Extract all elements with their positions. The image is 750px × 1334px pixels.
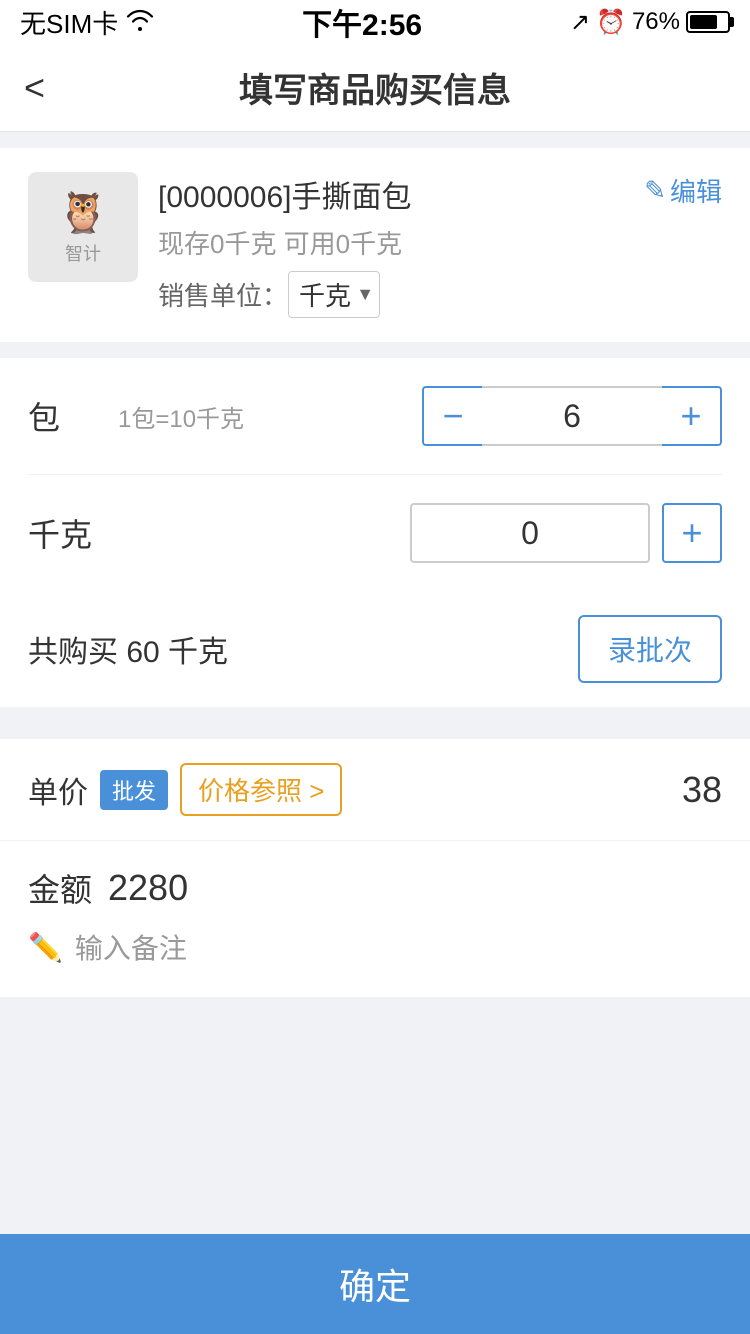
summary-section: 共购买 60 千克 录批次 <box>0 591 750 707</box>
nav-bar: < 填写商品购买信息 <box>0 44 750 132</box>
unit-value[interactable]: 千克 <box>288 271 380 318</box>
remark-icon: ✏️ <box>28 931 63 964</box>
quantity-row-kg: 千克 + <box>28 475 722 591</box>
location-icon: ↗ <box>570 8 590 37</box>
status-left: 无SIM卡 <box>20 4 154 41</box>
divider-2 <box>0 707 750 723</box>
amount-section: 金额 2280 ✏️ 输入备注 <box>0 840 750 997</box>
status-time: 下午2:56 <box>302 0 422 44</box>
product-card: 🦉 智计 [0000006]手撕面包 ✎ 编辑 现存0千克 可用0千克 销售单位… <box>0 148 750 342</box>
empty-space <box>0 997 750 1257</box>
price-value: 38 <box>682 769 722 811</box>
edit-icon: ✎ <box>644 175 666 206</box>
qty-input-kg[interactable] <box>410 503 650 563</box>
status-bar: 无SIM卡 下午2:56 ↗ ⏰ 76% <box>0 0 750 44</box>
summary-text: 共购买 60 千克 <box>28 627 228 671</box>
unit-label: 销售单位： <box>158 276 288 313</box>
battery-percent: 76% <box>632 8 680 36</box>
status-right: ↗ ⏰ 76% <box>570 8 730 37</box>
quantity-row-bao: 包 1包=10千克 − + <box>28 358 722 475</box>
page-title: 填写商品购买信息 <box>239 63 511 112</box>
qty-controls-kg: + <box>410 503 722 563</box>
qty-decrement-bao[interactable]: − <box>422 386 482 446</box>
price-row: 单价 批发 价格参照 > 38 <box>28 763 722 816</box>
qty-input-bao[interactable] <box>482 386 662 446</box>
product-logo-text: 智计 <box>65 240 101 266</box>
product-stock: 现存0千克 可用0千克 <box>158 224 722 261</box>
divider-1 <box>0 342 750 358</box>
amount-row: 金额 2280 <box>28 865 722 911</box>
qty-increment-bao[interactable]: + <box>662 386 722 446</box>
back-button[interactable]: < <box>24 67 45 109</box>
alarm-icon: ⏰ <box>596 8 626 37</box>
remark-placeholder[interactable]: 输入备注 <box>75 927 187 967</box>
product-thumbnail: 🦉 智计 <box>28 172 138 282</box>
carrier-text: 无SIM卡 <box>20 4 118 41</box>
product-unit-row: 销售单位： 千克 ▼ <box>158 271 722 318</box>
amount-label: 金额 <box>28 865 92 911</box>
price-ref-button[interactable]: 价格参照 > <box>180 763 342 816</box>
battery-icon <box>686 11 730 33</box>
unit-selector[interactable]: 千克 ▼ <box>288 271 380 318</box>
qty-label-kg: 千克 <box>28 510 108 556</box>
qty-increment-kg[interactable]: + <box>662 503 722 563</box>
qty-controls-bao: − + <box>422 386 722 446</box>
qty-hint-bao: 1包=10千克 <box>118 399 422 434</box>
confirm-button[interactable]: 确定 <box>0 1234 750 1334</box>
price-label: 单价 <box>28 768 88 812</box>
price-left: 单价 批发 价格参照 > <box>28 763 342 816</box>
quantity-section: 包 1包=10千克 − + 千克 + <box>0 358 750 591</box>
amount-value: 2280 <box>108 867 188 909</box>
wifi-icon <box>126 7 154 38</box>
edit-label: 编辑 <box>670 172 722 209</box>
qty-label-bao: 包 <box>28 393 108 439</box>
price-tag: 批发 <box>100 770 168 810</box>
product-top-row: [0000006]手撕面包 ✎ 编辑 <box>158 172 722 216</box>
price-section: 单价 批发 价格参照 > 38 <box>0 739 750 840</box>
product-logo-icon: 🦉 <box>58 189 108 236</box>
product-name: [0000006]手撕面包 <box>158 172 644 216</box>
remark-row[interactable]: ✏️ 输入备注 <box>28 927 722 967</box>
batch-button[interactable]: 录批次 <box>578 615 722 683</box>
product-info: [0000006]手撕面包 ✎ 编辑 现存0千克 可用0千克 销售单位： 千克 … <box>158 172 722 318</box>
edit-button[interactable]: ✎ 编辑 <box>644 172 722 209</box>
